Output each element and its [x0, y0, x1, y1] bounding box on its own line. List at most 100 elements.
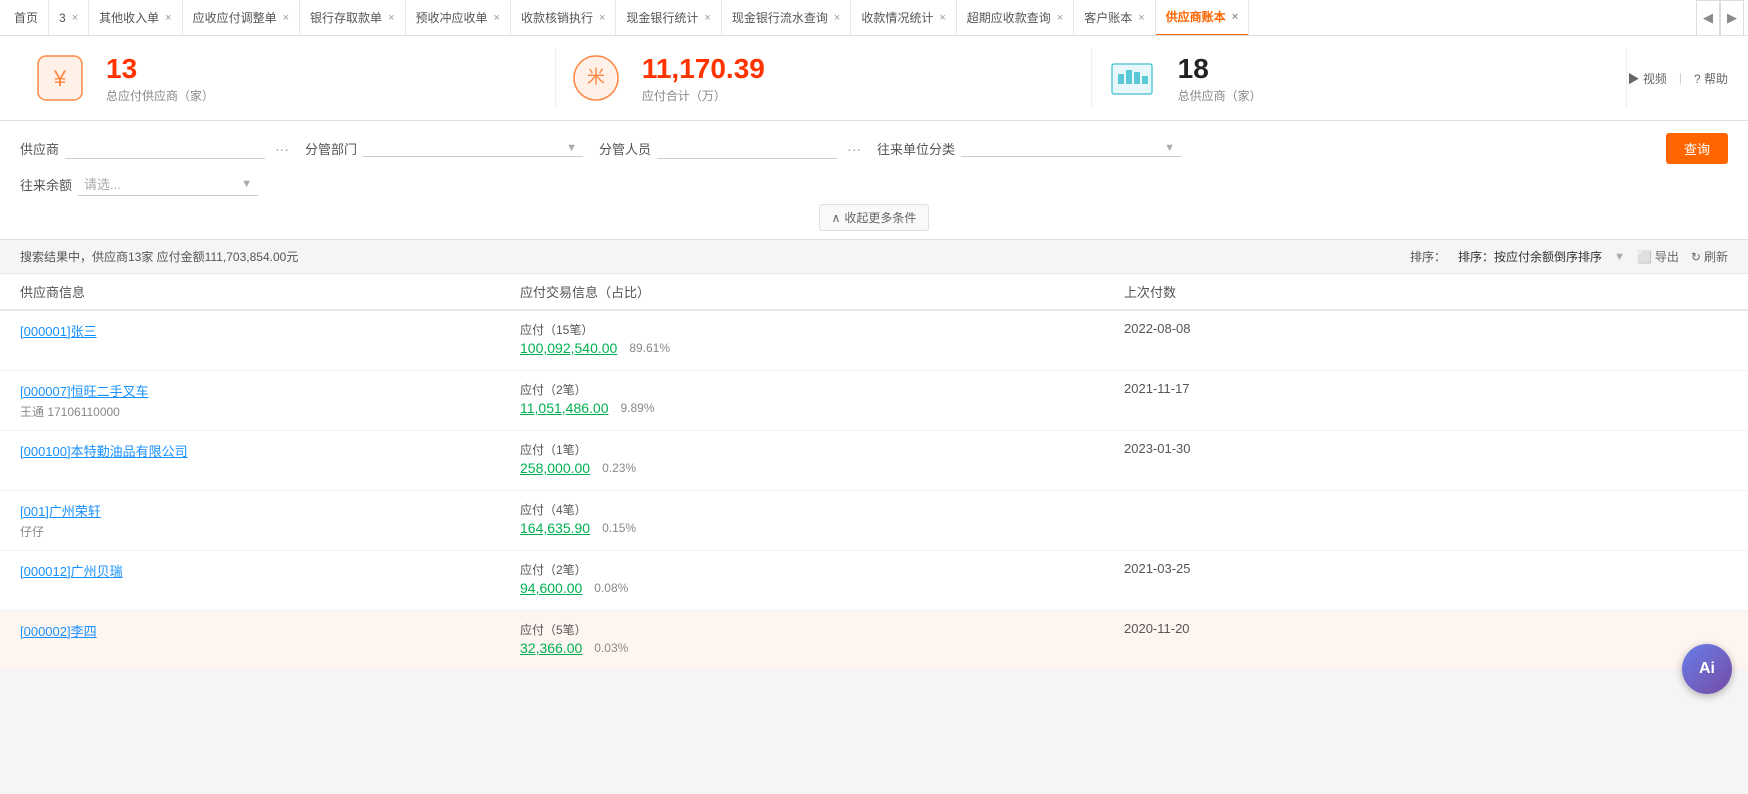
- tx-label: 应付（1笔）: [520, 441, 1124, 458]
- ai-assistant-badge[interactable]: Ai: [1682, 644, 1732, 694]
- filter-balance: 往来余额 请选... ▼: [20, 172, 258, 196]
- last-pay-cell: 2021-03-25: [1124, 561, 1728, 576]
- supplier-filter-label: 供应商: [20, 139, 59, 158]
- tx-amount-link[interactable]: 11,051,486.00: [520, 400, 609, 416]
- tx-row: 32,366.00 0.03%: [520, 640, 1124, 656]
- summary-card-payable: ¥ 13 总应付供应商（家）: [20, 48, 556, 108]
- nav-tab-adjustment[interactable]: 应收应付调整单 ×: [183, 0, 300, 36]
- supplier-name-link[interactable]: [000002]李四: [20, 624, 97, 639]
- last-pay-cell: 2021-11-17: [1124, 381, 1728, 396]
- balance-select[interactable]: 请选... ▼: [78, 172, 258, 196]
- total-suppliers-count: 18: [1178, 52, 1262, 86]
- tx-info-cell: 应付（1笔） 258,000.00 0.23%: [520, 441, 1124, 476]
- query-button[interactable]: 查询: [1666, 133, 1728, 164]
- last-pay-cell: 2022-08-08: [1124, 321, 1728, 336]
- nav-arrow-right[interactable]: ▶: [1720, 0, 1744, 36]
- nav-tab-other-income[interactable]: 其他收入单 ×: [89, 0, 182, 36]
- sort-chevron-icon: ▼: [1614, 251, 1625, 263]
- supplier-info-cell: [000012]广州贝瑞: [20, 561, 520, 580]
- dept-select[interactable]: ▼: [363, 140, 583, 157]
- nav-tab-cash-stats[interactable]: 现金银行统计 ×: [616, 0, 721, 36]
- table-row: [000012]广州贝瑞 应付（2笔） 94,600.00 0.08% 2021…: [0, 551, 1748, 611]
- nav-tab-bank[interactable]: 银行存取款单 ×: [300, 0, 405, 36]
- person-filter-label: 分管人员: [599, 139, 651, 158]
- video-link[interactable]: ▶ 视频: [1627, 70, 1666, 87]
- dept-filter-label: 分管部门: [305, 139, 357, 158]
- supplier-dots-btn[interactable]: ···: [275, 141, 289, 157]
- card-text-total: 11,170.39 应付合计（万）: [642, 52, 765, 105]
- export-btn[interactable]: ⬜ 导出: [1637, 248, 1679, 265]
- nav-tab-cash-flow[interactable]: 现金银行流水查询 ×: [722, 0, 851, 36]
- unit-class-select[interactable]: ▼: [961, 140, 1181, 157]
- payable-suppliers-count: 13: [106, 52, 214, 86]
- card-icon-suppliers: [1102, 48, 1162, 108]
- close-tab-3[interactable]: ×: [72, 12, 78, 24]
- card-text-payable: 13 总应付供应商（家）: [106, 52, 214, 105]
- tx-pct: 9.89%: [621, 401, 655, 415]
- last-pay-date: 2021-03-25: [1124, 561, 1191, 576]
- close-tab-overdue[interactable]: ×: [1057, 12, 1063, 24]
- refresh-icon: ↻: [1691, 250, 1701, 264]
- tx-label: 应付（2笔）: [520, 561, 1124, 578]
- nav-tab-collection[interactable]: 收款核销执行 ×: [511, 0, 616, 36]
- total-amount-label: 应付合计（万）: [642, 87, 765, 104]
- close-tab-collection-stats[interactable]: ×: [939, 12, 945, 24]
- nav-tab-prepay[interactable]: 预收冲应收单 ×: [406, 0, 511, 36]
- sort-select[interactable]: 排序：按应付余额倒序排序: [1458, 248, 1602, 265]
- person-dots-btn[interactable]: ···: [847, 141, 861, 157]
- close-tab-other[interactable]: ×: [165, 12, 171, 24]
- table-row: [000002]李四 应付（5笔） 32,366.00 0.03% 2020-1…: [0, 611, 1748, 671]
- table-body: [000001]张三 应付（15笔） 100,092,540.00 89.61%…: [0, 311, 1748, 671]
- dept-chevron-icon: ▼: [566, 142, 577, 154]
- nav-tab-supplier-ledger[interactable]: 供应商账本 ×: [1156, 0, 1249, 36]
- help-link[interactable]: ? 帮助: [1694, 70, 1728, 87]
- tx-amount-link[interactable]: 94,600.00: [520, 580, 582, 596]
- tx-amount-link[interactable]: 100,092,540.00: [520, 340, 617, 356]
- supplier-name-link[interactable]: [000007]恒旺二手叉车: [20, 384, 149, 399]
- col-header-tx: 应付交易信息（占比）: [520, 282, 1124, 301]
- nav-tab-3[interactable]: 3 ×: [49, 0, 89, 36]
- close-tab-bank[interactable]: ×: [388, 12, 394, 24]
- nav-tab-collection-stats[interactable]: 收款情况统计 ×: [851, 0, 956, 36]
- nav-tab-customer-ledger[interactable]: 客户账本 ×: [1074, 0, 1155, 36]
- close-tab-prepay[interactable]: ×: [494, 12, 500, 24]
- summary-bar: ¥ 13 总应付供应商（家） 米 11,170.39 应付合计（万）: [0, 36, 1748, 121]
- total-amount: 11,170.39: [642, 52, 765, 86]
- last-pay-date: 2020-11-20: [1124, 621, 1190, 636]
- result-summary: 搜索结果中，供应商13家 应付金额111,703,854.00元: [20, 248, 298, 265]
- nav-tab-home[interactable]: 首页: [4, 0, 49, 36]
- supplier-name-link[interactable]: [001]广州荣轩: [20, 504, 101, 519]
- close-tab-cash-flow[interactable]: ×: [834, 12, 840, 24]
- summary-card-total: 米 11,170.39 应付合计（万）: [556, 48, 1092, 108]
- tx-label: 应付（15笔）: [520, 321, 1124, 338]
- filter-supplier: 供应商 ···: [20, 139, 289, 159]
- supplier-name-link[interactable]: [000100]本特勤油品有限公司: [20, 444, 188, 459]
- unit-class-chevron-icon: ▼: [1164, 142, 1175, 154]
- help-icon: ?: [1694, 72, 1701, 86]
- last-pay-cell: 2020-11-20: [1124, 621, 1728, 636]
- close-tab-collection[interactable]: ×: [599, 12, 605, 24]
- collapse-btn[interactable]: ∧ 收起更多条件: [819, 204, 930, 231]
- filter-dept: 分管部门 ▼: [305, 139, 583, 158]
- person-input[interactable]: [657, 139, 837, 159]
- last-pay-date: 2022-08-08: [1124, 321, 1191, 336]
- tx-row: 258,000.00 0.23%: [520, 460, 1124, 476]
- close-tab-supplier-ledger[interactable]: ×: [1232, 11, 1238, 23]
- supplier-name-link[interactable]: [000012]广州贝瑞: [20, 564, 123, 579]
- close-tab-customer-ledger[interactable]: ×: [1138, 12, 1144, 24]
- supplier-input[interactable]: [65, 139, 265, 159]
- tx-amount-link[interactable]: 164,635.90: [520, 520, 590, 536]
- tx-amount-link[interactable]: 258,000.00: [520, 460, 590, 476]
- supplier-info-cell: [000002]李四: [20, 621, 520, 640]
- table-row: [000100]本特勤油品有限公司 应付（1笔） 258,000.00 0.23…: [0, 431, 1748, 491]
- close-tab-cash-stats[interactable]: ×: [704, 12, 710, 24]
- tx-amount-link[interactable]: 32,366.00: [520, 640, 582, 656]
- payable-suppliers-label: 总应付供应商（家）: [106, 87, 214, 104]
- tx-label: 应付（2笔）: [520, 381, 1124, 398]
- refresh-btn[interactable]: ↻ 刷新: [1691, 248, 1728, 265]
- nav-tab-overdue[interactable]: 超期应收款查询 ×: [957, 0, 1074, 36]
- supplier-name-link[interactable]: [000001]张三: [20, 324, 97, 339]
- supplier-info-cell: [000100]本特勤油品有限公司: [20, 441, 520, 460]
- close-tab-adjustment[interactable]: ×: [283, 12, 289, 24]
- nav-arrow-left[interactable]: ◀: [1696, 0, 1720, 36]
